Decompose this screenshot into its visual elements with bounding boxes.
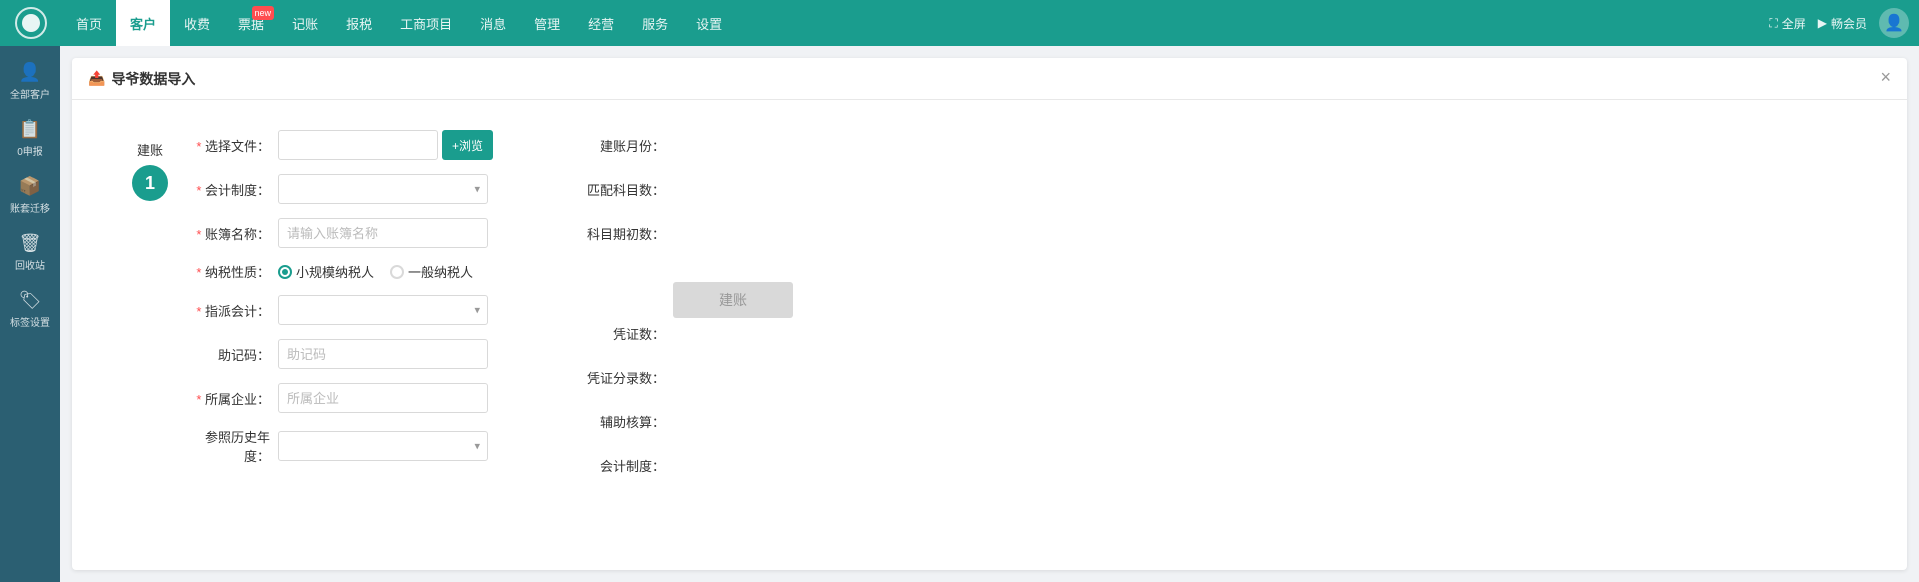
- file-row: 选择文件： +浏览: [188, 130, 493, 160]
- browse-button[interactable]: +浏览: [442, 130, 493, 160]
- accountant-select[interactable]: [278, 295, 488, 325]
- step-badge: 建账 1: [132, 130, 168, 201]
- play-icon: ▶: [1818, 16, 1827, 30]
- accountant-select-wrap: [278, 295, 488, 325]
- sidebar-item-recycle[interactable]: 🗑 回收站: [2, 225, 58, 280]
- history-select[interactable]: [278, 431, 488, 461]
- main-layout: 👤 全部客户 📋 0申报 📦 账套迁移 🗑 回收站 🏷 标签设置 📤 导爷数据导…: [0, 46, 1919, 582]
- fullscreen-icon: ⛶: [1769, 16, 1777, 31]
- info-row-subjects: 匹配科目数：: [573, 174, 813, 204]
- ledger-input[interactable]: [278, 218, 488, 248]
- tax-option-small[interactable]: 小规模纳税人: [278, 262, 374, 281]
- close-button[interactable]: ×: [1880, 68, 1891, 86]
- nav-fee[interactable]: 收费: [170, 0, 224, 46]
- step-label: 建账: [137, 140, 163, 159]
- app-logo: [10, 2, 52, 44]
- user-icon: 👤: [1884, 13, 1904, 33]
- import-panel: 📤 导爷数据导入 × 建账 1 选择: [72, 58, 1907, 570]
- accounting-select[interactable]: [278, 174, 488, 204]
- member-btn[interactable]: ▶ 畅会员: [1818, 15, 1867, 32]
- nav-manage[interactable]: 管理: [520, 0, 574, 46]
- accounting-info-label: 会计制度：: [573, 456, 673, 475]
- accounting-select-wrap: [278, 174, 488, 204]
- nav-right: ⛶ 全屏 ▶ 畅会员 👤: [1769, 8, 1909, 38]
- auxiliary-label: 辅助核算：: [573, 412, 673, 431]
- nav-service[interactable]: 服务: [628, 0, 682, 46]
- info-row-accounting: 会计制度：: [573, 450, 813, 480]
- tax-radio-group: 小规模纳税人 一般纳税人: [278, 262, 473, 281]
- nav-bookkeeping[interactable]: 记账: [278, 0, 332, 46]
- right-info: 建账月份： 匹配科目数： 科目期初数： 建账 凭证: [533, 110, 833, 514]
- panel-title: 导爷数据导入: [111, 69, 195, 89]
- radio-dot-general: [390, 265, 404, 279]
- form-area: 选择文件： +浏览 会计制度：: [188, 130, 493, 479]
- sidebar-item-migration[interactable]: 📦 账套迁移: [2, 168, 58, 223]
- new-badge: new: [252, 6, 275, 20]
- company-label: 所属企业：: [188, 389, 278, 408]
- tag-icon: 🏷: [19, 290, 42, 311]
- nav-settings[interactable]: 设置: [682, 0, 736, 46]
- info-row-initial: 科目期初数：: [573, 218, 813, 248]
- file-input-wrap: +浏览: [278, 130, 493, 160]
- info-row-month: 建账月份：: [573, 130, 813, 160]
- import-icon: 📤: [88, 70, 105, 87]
- info-row-voucher: 凭证数：: [573, 318, 813, 348]
- month-label: 建账月份：: [573, 136, 673, 155]
- tax-row: 纳税性质： 小规模纳税人 一般纳税人: [188, 262, 493, 281]
- initial-label: 科目期初数：: [573, 224, 673, 243]
- ledger-label: 账簿名称：: [188, 224, 278, 243]
- radio-dot-small: [278, 265, 292, 279]
- company-input[interactable]: [278, 383, 488, 413]
- sidebar-item-declaration[interactable]: 📋 0申报: [2, 111, 58, 166]
- nav-home[interactable]: 首页: [62, 0, 116, 46]
- submit-button[interactable]: 建账: [673, 282, 793, 318]
- tax-label: 纳税性质：: [188, 262, 278, 281]
- nav-message[interactable]: 消息: [466, 0, 520, 46]
- accounting-row: 会计制度：: [188, 174, 493, 204]
- nav-items: 首页 客户 收费 票据 new 记账 报税 工商项目 消息 管理 经营 服务 设…: [62, 0, 1769, 46]
- accountant-label: 指派会计：: [188, 301, 278, 320]
- info-row-entry: 凭证分录数：: [573, 362, 813, 392]
- accounting-label: 会计制度：: [188, 180, 278, 199]
- history-label: 参照历史年度：: [188, 427, 278, 465]
- entry-label: 凭证分录数：: [573, 368, 673, 387]
- memo-input[interactable]: [278, 339, 488, 369]
- panel-header: 📤 导爷数据导入: [72, 58, 1907, 100]
- migration-icon: 📦: [19, 176, 41, 197]
- nav-customer[interactable]: 客户: [116, 0, 170, 46]
- nav-ticket[interactable]: 票据 new: [224, 0, 278, 46]
- file-label: 选择文件：: [188, 136, 278, 155]
- ledger-row: 账簿名称：: [188, 218, 493, 248]
- file-input[interactable]: [278, 130, 438, 160]
- subjects-label: 匹配科目数：: [573, 180, 673, 199]
- avatar[interactable]: 👤: [1879, 8, 1909, 38]
- nav-tax[interactable]: 报税: [332, 0, 386, 46]
- declaration-icon: 📋: [19, 119, 41, 140]
- nav-operation[interactable]: 经营: [574, 0, 628, 46]
- history-row: 参照历史年度：: [188, 427, 493, 465]
- info-row-auxiliary: 辅助核算：: [573, 406, 813, 436]
- history-select-wrap: [278, 431, 488, 461]
- step-area: 建账 1 选择文件： +浏览: [92, 110, 533, 514]
- memo-row: 助记码：: [188, 339, 493, 369]
- main-content: 📤 导爷数据导入 × 建账 1 选择: [60, 46, 1919, 582]
- content-body: 建账 1 选择文件： +浏览: [72, 100, 1907, 524]
- tax-option-general[interactable]: 一般纳税人: [390, 262, 473, 281]
- company-row: 所属企业：: [188, 383, 493, 413]
- step-circle: 1: [132, 165, 168, 201]
- nav-business[interactable]: 工商项目: [386, 0, 466, 46]
- accountant-row: 指派会计：: [188, 295, 493, 325]
- recycle-icon: 🗑: [19, 233, 42, 254]
- sidebar-item-all-clients[interactable]: 👤 全部客户: [2, 54, 58, 109]
- voucher-label: 凭证数：: [573, 324, 673, 343]
- top-navigation: 首页 客户 收费 票据 new 记账 报税 工商项目 消息 管理 经营 服务 设…: [0, 0, 1919, 46]
- memo-label: 助记码：: [188, 345, 278, 364]
- all-clients-icon: 👤: [19, 62, 41, 83]
- fullscreen-btn[interactable]: ⛶ 全屏: [1769, 15, 1805, 32]
- sidebar: 👤 全部客户 📋 0申报 📦 账套迁移 🗑 回收站 🏷 标签设置: [0, 46, 60, 582]
- sidebar-item-tags[interactable]: 🏷 标签设置: [2, 282, 58, 337]
